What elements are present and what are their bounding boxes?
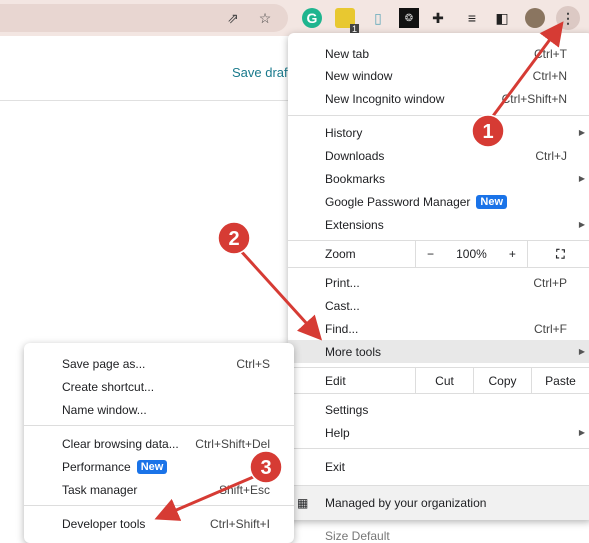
step-3-label: 3 [260,457,271,479]
arrow-1 [488,21,564,121]
step-3-marker: 3 [249,450,283,484]
step-2-label: 2 [228,228,239,250]
step-2-marker: 2 [217,221,251,255]
arrow-3 [154,473,259,521]
arrow-2 [238,248,323,341]
annotation-overlay: 1 2 3 [154,21,564,521]
step-1-label: 1 [482,121,493,143]
step-1-marker: 1 [471,114,505,148]
